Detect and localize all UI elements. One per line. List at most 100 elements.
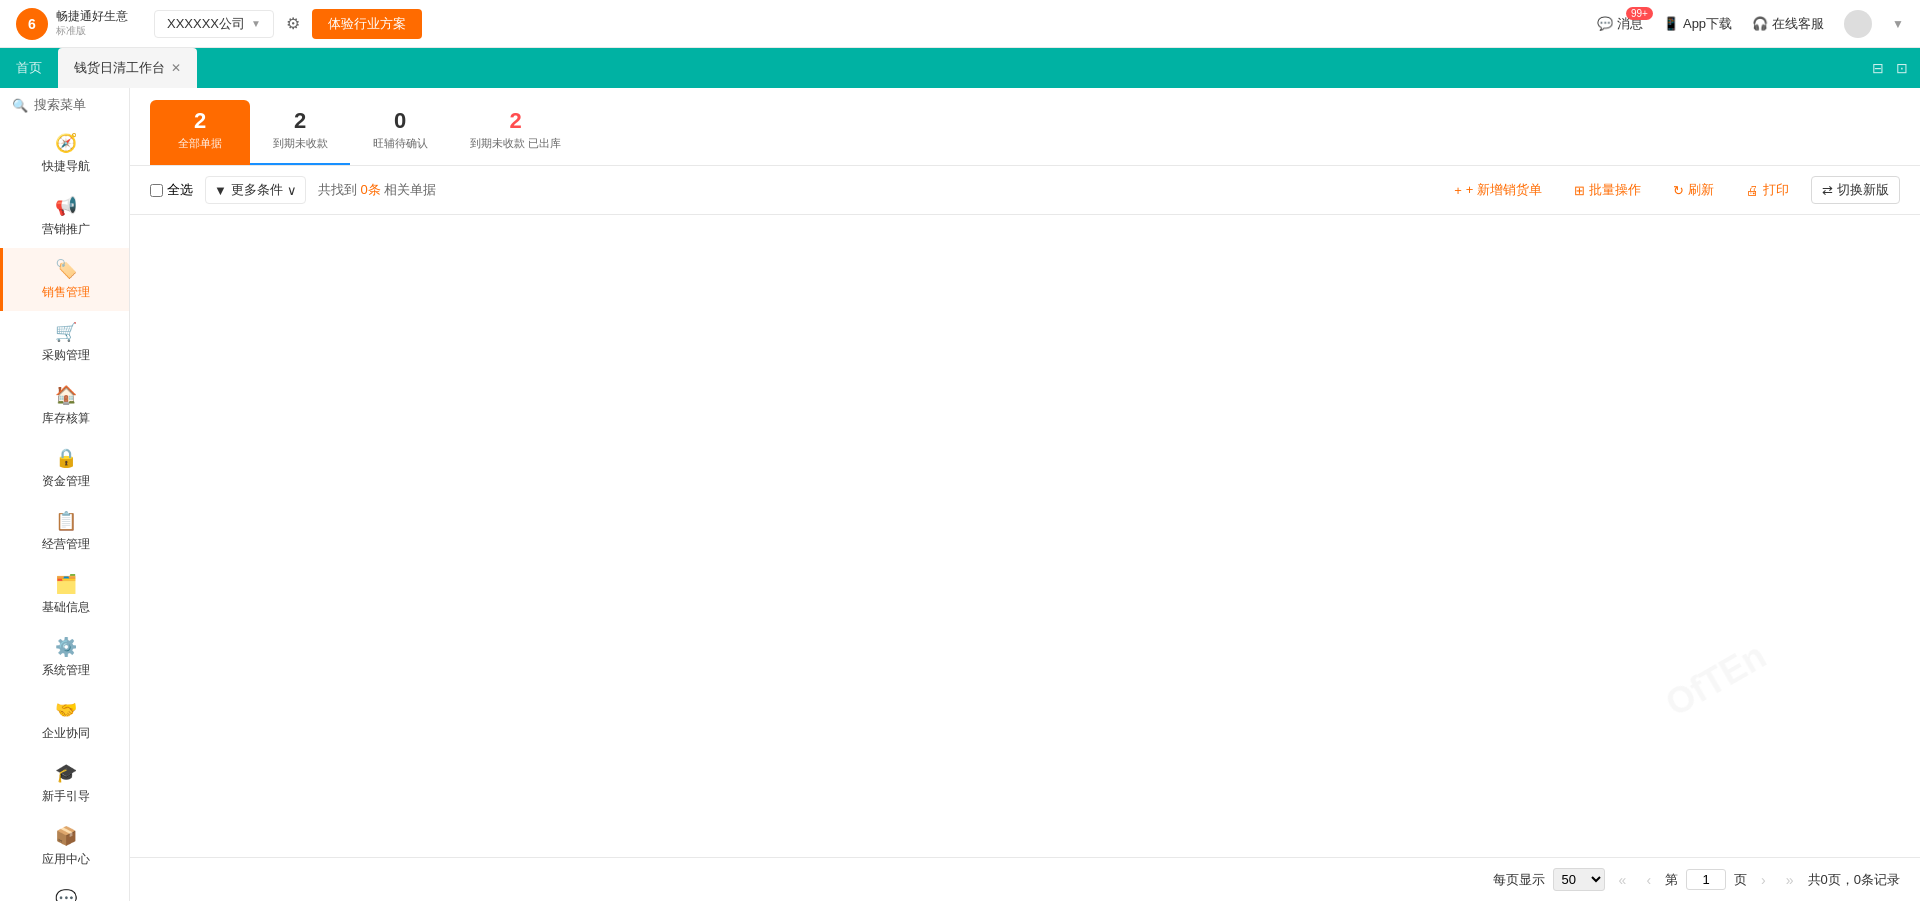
select-all-checkbox[interactable]: 全选 (150, 181, 193, 199)
toolbar-right: + + 新增销货单 ⊞ 批量操作 ↻ 刷新 🖨 打印 ⇄ 切换新版 (1444, 176, 1900, 204)
switch-version-button[interactable]: ⇄ 切换新版 (1811, 176, 1900, 204)
select-all-label: 全选 (167, 181, 193, 199)
service-icon: 🎧 (1752, 16, 1768, 31)
found-prefix: 共找到 (318, 182, 357, 197)
pagination: 每页显示 50 100 « ‹ 第 页 › » 共0页，0条记录 (130, 857, 1920, 901)
print-btn-label: 打印 (1763, 181, 1789, 199)
sales-icon: 🏷️ (55, 258, 77, 280)
trial-button[interactable]: 体验行业方案 (312, 9, 422, 39)
sidebar-item-marketing[interactable]: 📢 营销推广 (0, 185, 129, 248)
tab-home-label: 首页 (16, 59, 42, 77)
user-name[interactable]: ▼ (1892, 17, 1904, 31)
purchase-icon: 🛒 (55, 321, 77, 343)
company-name: XXXXXX公司 (167, 15, 245, 33)
sidebar-item-guide-label: 新手引导 (42, 788, 90, 805)
sidebar-item-purchase[interactable]: 🛒 采购管理 (0, 311, 129, 374)
page-size-label: 每页显示 (1493, 871, 1545, 889)
avatar[interactable] (1844, 10, 1872, 38)
page-label: 第 (1665, 871, 1678, 889)
sidebar-search[interactable]: 🔍 搜索菜单 (0, 88, 129, 122)
capital-icon: 🔒 (55, 447, 77, 469)
sidebar-item-system[interactable]: ⚙️ 系统管理 (0, 626, 129, 689)
basic-info-icon: 🗂️ (55, 573, 77, 595)
download-icon: 📱 (1663, 16, 1679, 31)
summary-tab-all[interactable]: 2 全部单据 (150, 100, 250, 165)
tab-home[interactable]: 首页 (0, 48, 58, 88)
filter-icon: ▼ (214, 183, 227, 198)
page-size-select[interactable]: 50 100 (1553, 868, 1605, 891)
enterprise-icon: 🤝 (55, 699, 77, 721)
close-tab-icon[interactable]: ✕ (171, 61, 181, 75)
marketing-icon: 📢 (55, 195, 77, 217)
enterprise-wx-icon: 💬 (55, 888, 77, 901)
prev-page-button[interactable]: ‹ (1640, 870, 1657, 890)
next-page-button[interactable]: › (1755, 870, 1772, 890)
tab-work-bench-label: 钱货日清工作台 (74, 59, 165, 77)
message-button[interactable]: 💬 消息 99+ (1597, 15, 1643, 33)
tab-all-count: 2 (170, 108, 230, 134)
sidebar-item-basic-info-label: 基础信息 (42, 599, 90, 616)
refresh-button[interactable]: ↻ 刷新 (1663, 177, 1724, 203)
found-suffix: 相关单据 (384, 182, 436, 197)
print-button[interactable]: 🖨 打印 (1736, 177, 1799, 203)
refresh-icon: ↻ (1673, 183, 1684, 198)
tab-overdue-shipped-label: 到期未收款 已出库 (470, 136, 561, 151)
print-icon: 🖨 (1746, 183, 1759, 198)
sidebar-item-enterprise-label: 企业协同 (42, 725, 90, 742)
select-all-input[interactable] (150, 184, 163, 197)
add-sales-order-button[interactable]: + + 新增销货单 (1444, 177, 1552, 203)
chevron-down-icon: ▼ (251, 18, 261, 29)
app-download-label: App下载 (1683, 15, 1732, 33)
message-icon: 💬 (1597, 16, 1613, 31)
sidebar-item-enterprise[interactable]: 🤝 企业协同 (0, 689, 129, 752)
online-service-label: 在线客服 (1772, 15, 1824, 33)
sidebar-item-guide[interactable]: 🎓 新手引导 (0, 752, 129, 815)
maximize-icon[interactable]: ⊡ (1896, 60, 1908, 76)
add-icon: + (1454, 183, 1462, 198)
first-page-button[interactable]: « (1613, 870, 1633, 890)
sidebar-item-enterprise-wx[interactable]: 💬 企业微信 (0, 878, 129, 901)
online-service-button[interactable]: 🎧 在线客服 (1752, 15, 1824, 33)
logo-area: 6 畅捷通好生意 标准版 (16, 8, 146, 40)
sidebar-item-operations[interactable]: 📋 经营管理 (0, 500, 129, 563)
operations-icon: 📋 (55, 510, 77, 532)
message-badge: 99+ (1626, 7, 1653, 20)
sidebar-item-capital[interactable]: 🔒 资金管理 (0, 437, 129, 500)
batch-btn-label: 批量操作 (1589, 181, 1641, 199)
sidebar-item-sales[interactable]: 🏷️ 销售管理 (0, 248, 129, 311)
app-name: 畅捷通好生意 (56, 9, 128, 25)
app-download-button[interactable]: 📱 App下载 (1663, 15, 1732, 33)
filter-label: 更多条件 (231, 181, 283, 199)
system-icon: ⚙️ (55, 636, 77, 658)
sidebar-item-operations-label: 经营管理 (42, 536, 90, 553)
company-selector[interactable]: XXXXXX公司 ▼ (154, 10, 274, 38)
summary-tab-overdue[interactable]: 2 到期未收款 (250, 100, 350, 165)
sidebar: 🔍 搜索菜单 🧭 快捷导航 📢 营销推广 🏷️ 销售管理 🛒 采购管理 🏠 库存… (0, 88, 130, 901)
sidebar-item-quick-nav[interactable]: 🧭 快捷导航 (0, 122, 129, 185)
sidebar-item-inventory[interactable]: 🏠 库存核算 (0, 374, 129, 437)
content-area: 2 全部单据 2 到期未收款 0 旺辅待确认 2 到期未收款 已出库 全选 (130, 88, 1920, 901)
filter-button[interactable]: ▼ 更多条件 ∨ (205, 176, 306, 204)
sidebar-item-basic-info[interactable]: 🗂️ 基础信息 (0, 563, 129, 626)
quick-nav-icon: 🧭 (55, 132, 77, 154)
batch-icon: ⊞ (1574, 183, 1585, 198)
last-page-button[interactable]: » (1780, 870, 1800, 890)
sidebar-item-app-center[interactable]: 📦 应用中心 (0, 815, 129, 878)
batch-operation-button[interactable]: ⊞ 批量操作 (1564, 177, 1651, 203)
summary-tab-overdue-shipped[interactable]: 2 到期未收款 已出库 (450, 100, 581, 165)
sidebar-item-marketing-label: 营销推广 (42, 221, 90, 238)
page-number-input[interactable] (1686, 869, 1726, 890)
user-name-text: ▼ (1892, 17, 1904, 31)
sidebar-item-app-center-label: 应用中心 (42, 851, 90, 868)
refresh-btn-label: 刷新 (1688, 181, 1714, 199)
top-bar: 6 畅捷通好生意 标准版 XXXXXX公司 ▼ ⚙ 体验行业方案 💬 消息 99… (0, 0, 1920, 48)
sidebar-item-inventory-label: 库存核算 (42, 410, 90, 427)
settings-icon[interactable]: ⚙ (286, 14, 300, 33)
sidebar-item-capital-label: 资金管理 (42, 473, 90, 490)
tab-pending-count: 0 (370, 108, 430, 134)
add-btn-label: + 新增销货单 (1466, 181, 1542, 199)
summary-tab-pending[interactable]: 0 旺辅待确认 (350, 100, 450, 165)
sidebar-item-sales-label: 销售管理 (42, 284, 90, 301)
tab-work-bench[interactable]: 钱货日清工作台 ✕ (58, 48, 197, 88)
minimize-icon[interactable]: ⊟ (1872, 60, 1884, 76)
